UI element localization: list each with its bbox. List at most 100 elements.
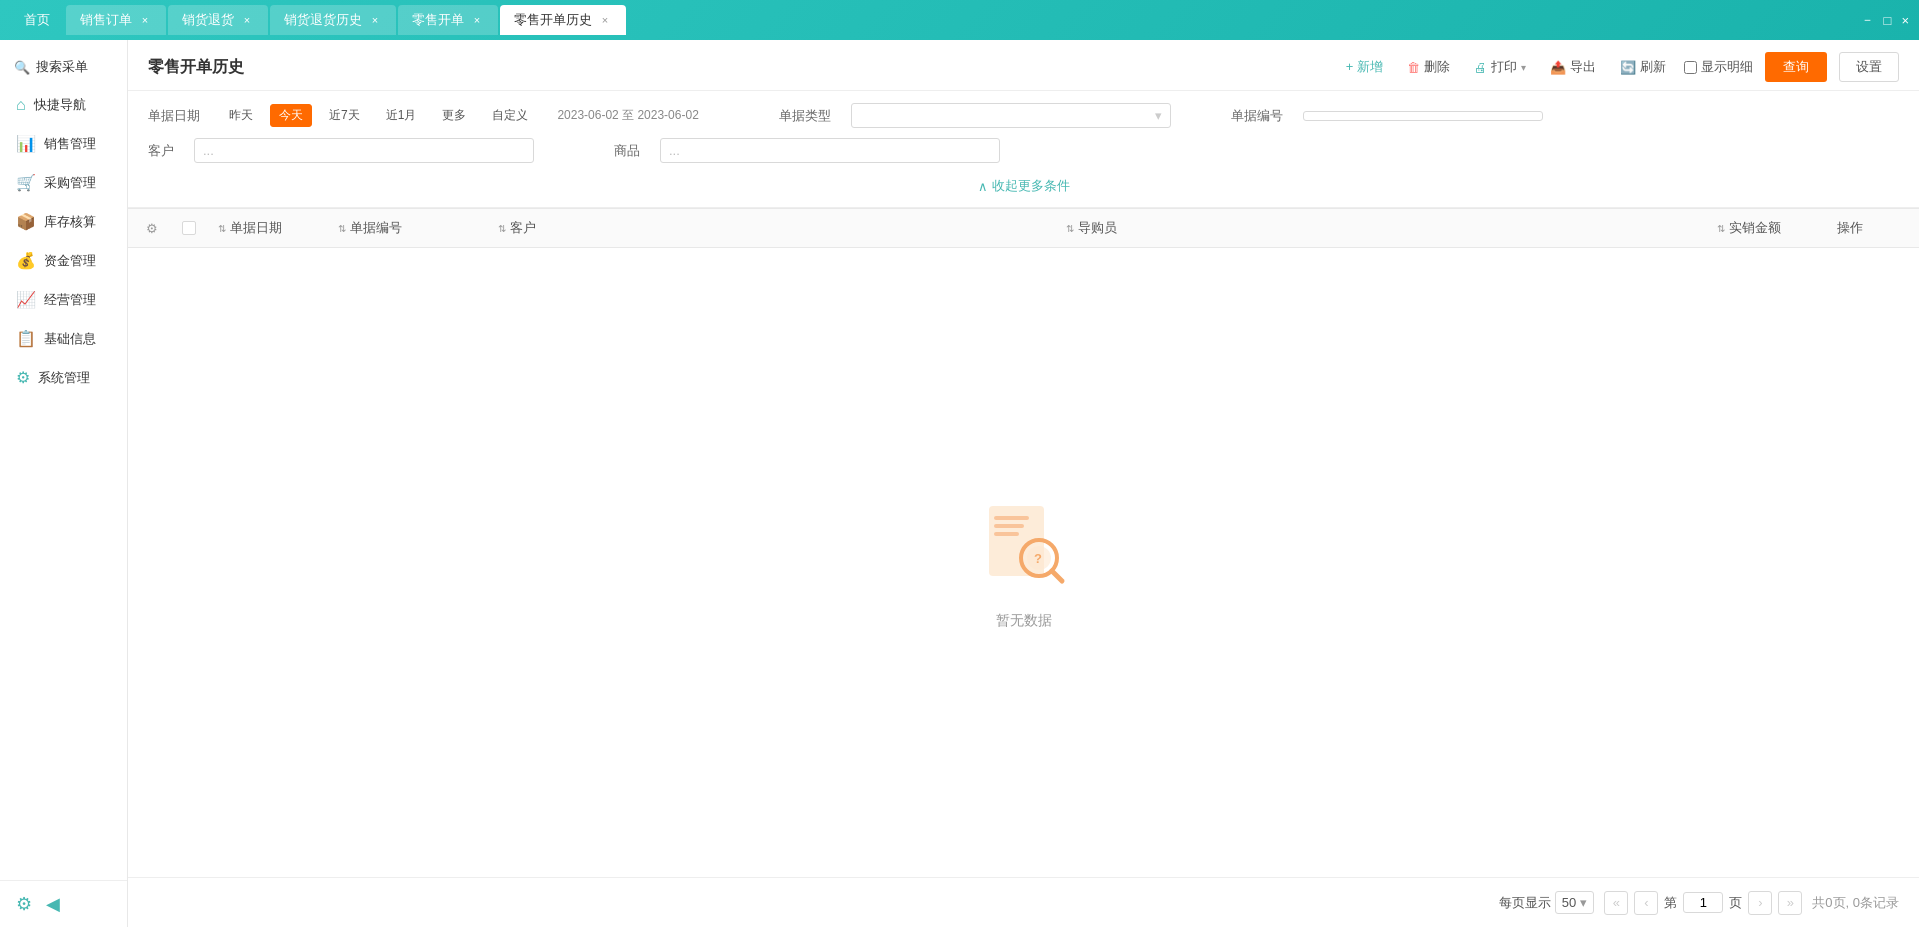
sidebar-item-sys-mgmt-label: 系统管理 xyxy=(38,369,90,387)
date-btn-1month[interactable]: 近1月 xyxy=(377,104,426,127)
next-page-btn[interactable]: › xyxy=(1748,891,1772,915)
first-page-btn[interactable]: « xyxy=(1604,891,1628,915)
collapse-sidebar-icon[interactable]: ◀ xyxy=(46,893,60,915)
window-controls: － □ × xyxy=(1861,11,1909,29)
money-icon: 💰 xyxy=(16,251,36,270)
svg-rect-3 xyxy=(994,532,1019,536)
trend-icon: 📈 xyxy=(16,290,36,309)
sidebar-item-purchase-mgmt[interactable]: 🛒 采购管理 xyxy=(0,163,127,202)
th-checkbox[interactable] xyxy=(174,221,210,235)
display-label: 显示明细 xyxy=(1701,58,1753,76)
tab-home-label: 首页 xyxy=(24,11,50,29)
th-date[interactable]: ⇅ 单据日期 xyxy=(210,219,330,237)
th-action: 操作 xyxy=(1829,219,1909,237)
date-btn-custom[interactable]: 自定义 xyxy=(483,104,537,127)
add-button[interactable]: + 新增 xyxy=(1340,54,1389,80)
sort-date-icon: ⇅ xyxy=(218,223,226,234)
product-filter-label: 商品 xyxy=(614,142,640,160)
cart-icon: 🛒 xyxy=(16,173,36,192)
display-toggle[interactable]: 显示明细 xyxy=(1684,58,1753,76)
refresh-icon: 🔄 xyxy=(1620,60,1636,75)
window-minimize[interactable]: － xyxy=(1861,11,1874,29)
th-customer[interactable]: ⇅ 客户 xyxy=(490,219,1058,237)
tab-retail-open[interactable]: 零售开单 × xyxy=(398,5,498,35)
tab-home[interactable]: 首页 xyxy=(10,5,64,35)
export-icon: 📤 xyxy=(1550,60,1566,75)
tab-retail-open-history-label: 零售开单历史 xyxy=(514,11,592,29)
tab-sales-order[interactable]: 销售订单 × xyxy=(66,5,166,35)
date-range-display: 2023-06-02 至 2023-06-02 xyxy=(557,107,698,124)
tab-retail-open-history[interactable]: 零售开单历史 × xyxy=(500,5,626,35)
product-input[interactable]: ... xyxy=(660,138,1000,163)
empty-text: 暂无数据 xyxy=(996,612,1052,630)
sidebar-item-basic-info[interactable]: 📋 基础信息 xyxy=(0,319,127,358)
sidebar-item-finance-mgmt[interactable]: 💰 资金管理 xyxy=(0,241,127,280)
date-btn-yesterday[interactable]: 昨天 xyxy=(220,104,262,127)
page-size-select: 每页显示 50 ▾ xyxy=(1499,891,1594,914)
sort-amount-icon: ⇅ xyxy=(1717,223,1725,234)
sidebar-item-inventory[interactable]: 📦 库存核算 xyxy=(0,202,127,241)
display-checkbox[interactable] xyxy=(1684,61,1697,74)
order-type-label: 单据类型 xyxy=(779,107,831,125)
page-title: 零售开单历史 xyxy=(148,57,244,78)
tab-sales-order-close[interactable]: × xyxy=(138,13,152,27)
product-placeholder: ... xyxy=(669,143,680,158)
order-type-select[interactable]: ▾ xyxy=(851,103,1171,128)
sidebar-search[interactable]: 🔍 搜索采单 xyxy=(0,48,127,86)
toolbar: + 新增 🗑 删除 🖨 打印 ▾ 📤 导出 🔄 刷新 xyxy=(1340,52,1899,82)
delete-button[interactable]: 🗑 删除 xyxy=(1401,54,1456,80)
total-info: 共0页, 0条记录 xyxy=(1812,894,1899,912)
th-salesman[interactable]: ⇅ 导购员 xyxy=(1058,219,1158,237)
refresh-button[interactable]: 🔄 刷新 xyxy=(1614,54,1672,80)
first-page-icon: « xyxy=(1613,895,1620,910)
sidebar-item-finance-mgmt-label: 资金管理 xyxy=(44,252,96,270)
order-no-input[interactable] xyxy=(1303,111,1543,121)
customer-filter-label: 客户 xyxy=(148,142,174,160)
th-order-no[interactable]: ⇅ 单据编号 xyxy=(330,219,490,237)
chart-icon: 📊 xyxy=(16,134,36,153)
svg-text:?: ? xyxy=(1034,551,1042,566)
date-btn-7days[interactable]: 近7天 xyxy=(320,104,369,127)
tab-retail-open-history-close[interactable]: × xyxy=(598,13,612,27)
print-icon: 🖨 xyxy=(1474,60,1487,75)
page-suffix: 页 xyxy=(1729,894,1742,912)
svg-rect-1 xyxy=(994,516,1029,520)
page-input[interactable] xyxy=(1683,892,1723,913)
last-page-btn[interactable]: » xyxy=(1778,891,1802,915)
customer-input[interactable]: ... xyxy=(194,138,534,163)
export-button[interactable]: 📤 导出 xyxy=(1544,54,1602,80)
tab-sales-return-close[interactable]: × xyxy=(240,13,254,27)
sort-salesman-icon: ⇅ xyxy=(1066,223,1074,234)
window-close[interactable]: × xyxy=(1901,13,1909,28)
collapse-filter-btn[interactable]: ∧ 收起更多条件 xyxy=(148,173,1899,195)
add-label: + 新增 xyxy=(1346,58,1383,76)
date-btn-more[interactable]: 更多 xyxy=(433,104,475,127)
sidebar-item-quick-nav[interactable]: ⌂ 快捷导航 xyxy=(0,86,127,124)
query-button[interactable]: 查询 xyxy=(1765,52,1827,82)
window-maximize[interactable]: □ xyxy=(1884,13,1892,28)
tab-sales-return-history-close[interactable]: × xyxy=(368,13,382,27)
filter-row-1: 单据日期 昨天 今天 近7天 近1月 更多 自定义 2023-06-02 至 2… xyxy=(148,103,1899,128)
sidebar-item-operations-mgmt[interactable]: 📈 经营管理 xyxy=(0,280,127,319)
tab-sales-return[interactable]: 销货退货 × xyxy=(168,5,268,35)
sidebar: 🔍 搜索采单 ⌂ 快捷导航 📊 销售管理 🛒 采购管理 📦 库存核算 💰 资金管… xyxy=(0,40,128,927)
page-header: 零售开单历史 + 新增 🗑 删除 🖨 打印 ▾ 📤 导出 xyxy=(128,40,1919,91)
tab-retail-open-close[interactable]: × xyxy=(470,13,484,27)
settings-icon[interactable]: ⚙ xyxy=(16,893,32,915)
print-button[interactable]: 🖨 打印 ▾ xyxy=(1468,54,1532,80)
th-settings[interactable]: ⚙ xyxy=(138,221,174,236)
sidebar-item-basic-info-label: 基础信息 xyxy=(44,330,96,348)
sidebar-item-sys-mgmt[interactable]: ⚙ 系统管理 xyxy=(0,358,127,397)
delete-label: 删除 xyxy=(1424,58,1450,76)
page-size-box[interactable]: 50 ▾ xyxy=(1555,891,1594,914)
tab-sales-return-history[interactable]: 销货退货历史 × xyxy=(270,5,396,35)
date-btn-today[interactable]: 今天 xyxy=(270,104,312,127)
next-page-icon: › xyxy=(1758,895,1762,910)
sidebar-item-sales-mgmt[interactable]: 📊 销售管理 xyxy=(0,124,127,163)
header-checkbox[interactable] xyxy=(182,221,196,235)
prev-page-btn[interactable]: ‹ xyxy=(1634,891,1658,915)
gear-icon: ⚙ xyxy=(16,368,30,387)
page-size-label: 每页显示 xyxy=(1499,894,1551,912)
settings-button[interactable]: 设置 xyxy=(1839,52,1899,82)
th-amount[interactable]: ⇅ 实销金额 xyxy=(1709,219,1829,237)
